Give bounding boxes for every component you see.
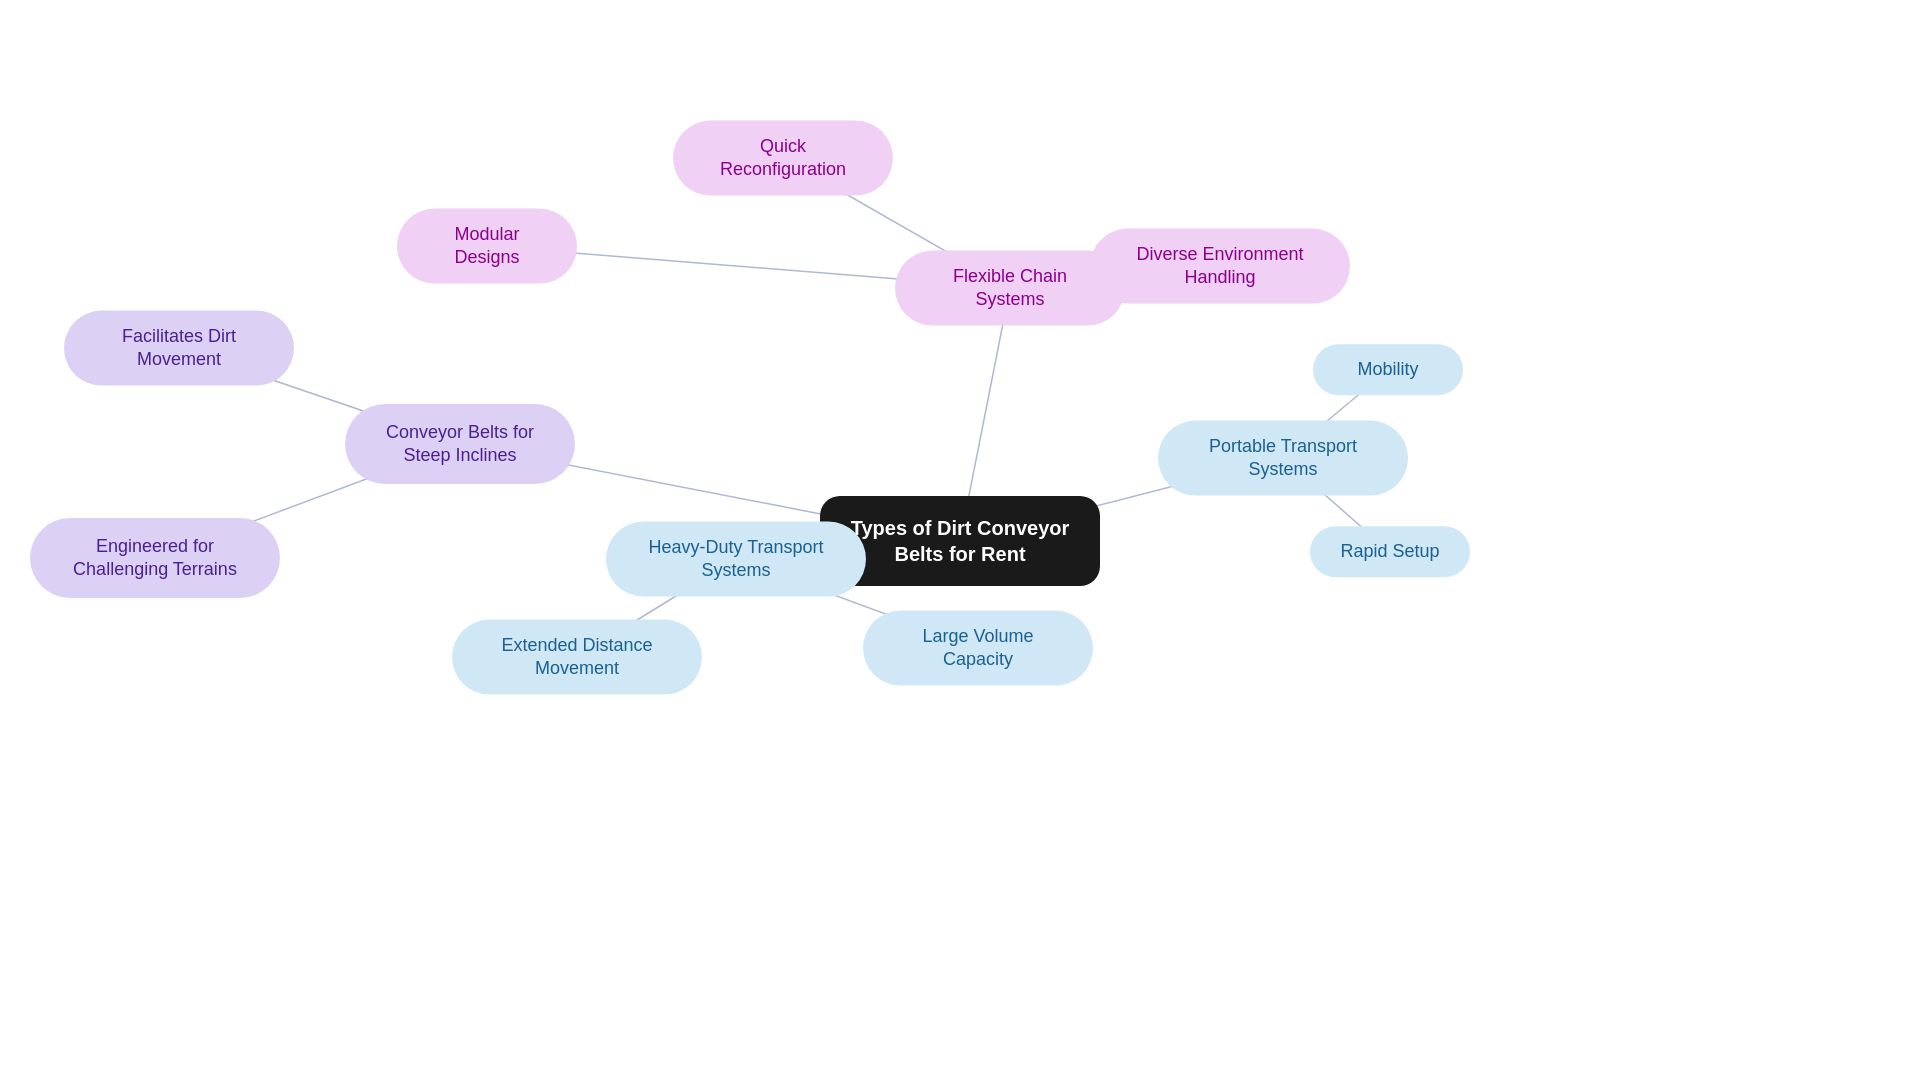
conveyor-steep-node: Conveyor Belts for Steep Inclines <box>345 404 575 484</box>
rapid-setup-node: Rapid Setup <box>1310 526 1470 577</box>
diverse-env-node: Diverse Environment Handling <box>1090 229 1350 304</box>
quick-reconfig-node: Quick Reconfiguration <box>673 121 893 196</box>
extended-distance-node: Extended Distance Movement <box>452 620 702 695</box>
mobility-node: Mobility <box>1313 344 1463 395</box>
modular-designs-node: Modular Designs <box>397 209 577 284</box>
portable-transport-node: Portable Transport Systems <box>1158 421 1408 496</box>
large-volume-node: Large Volume Capacity <box>863 611 1093 686</box>
heavy-duty-node: Heavy-Duty Transport Systems <box>606 522 866 597</box>
engineered-terrain-node: Engineered for Challenging Terrains <box>30 518 280 598</box>
facilitates-dirt-node: Facilitates Dirt Movement <box>64 311 294 386</box>
